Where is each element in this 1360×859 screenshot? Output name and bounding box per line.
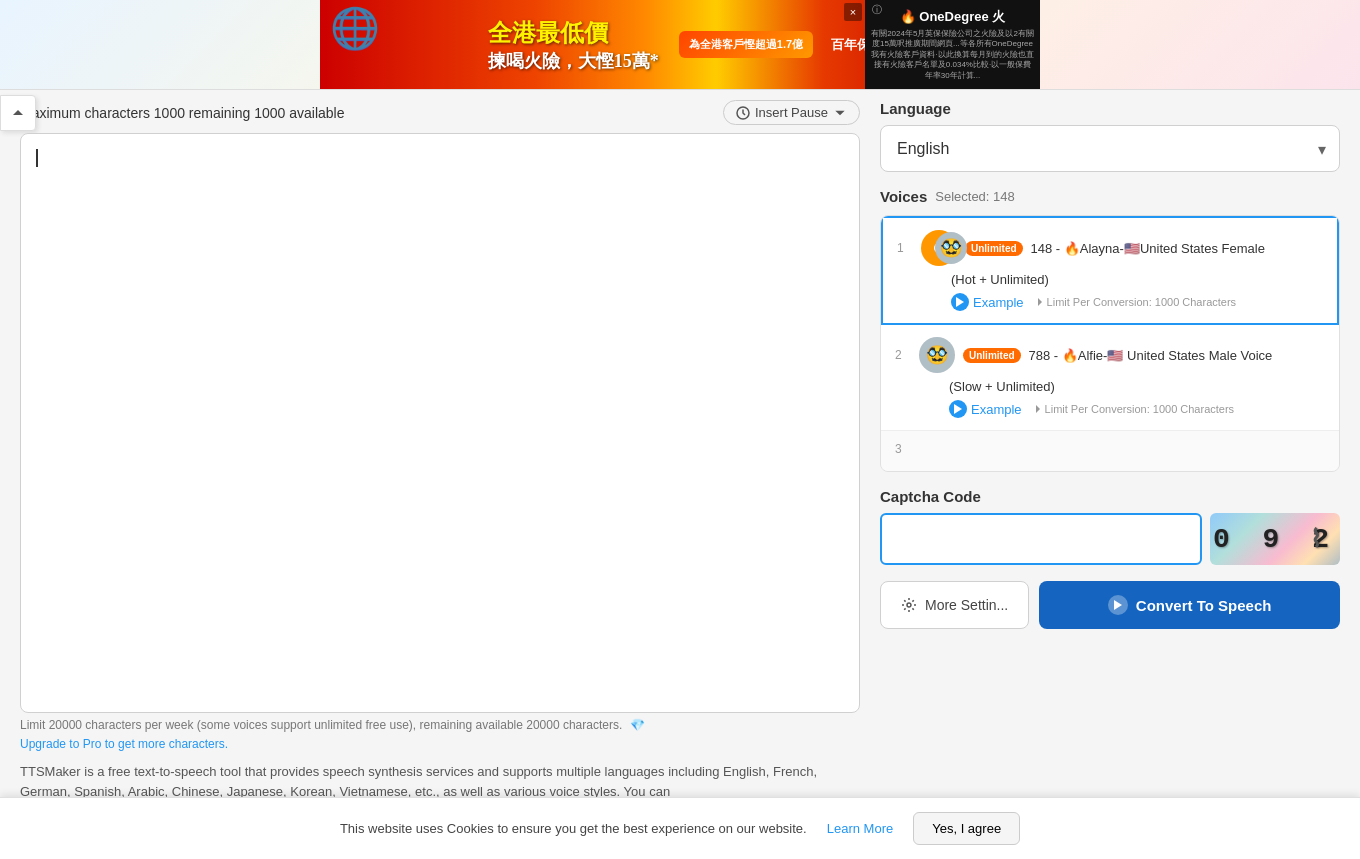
clock-icon xyxy=(736,106,750,120)
voices-title: Voices xyxy=(880,188,927,205)
voice-2-header: 2 🥸 Unlimited 788 - 🔥Alfie-🇺🇸 United Sta… xyxy=(895,337,1325,373)
captcha-wrapper: 0 9 2 ⌇ xyxy=(880,513,1340,565)
convert-to-speech-button[interactable]: Convert To Speech xyxy=(1039,581,1340,629)
ad-badge: 為全港客戶慳超過1.7億 xyxy=(679,31,813,58)
ad-banner: 🌐 全港最低價 揀喝火險，大慳15萬* 為全港客戶慳超過1.7億 百年保費0.0… xyxy=(0,0,1360,90)
voice-2-example-button[interactable]: Example xyxy=(949,400,1022,418)
voice-3-num: 3 xyxy=(895,442,902,456)
text-input-wrapper xyxy=(20,133,860,713)
voice-2-actions: Example Limit Per Conversion: 1000 Chara… xyxy=(895,400,1325,418)
arrows-icon xyxy=(1032,296,1044,308)
svg-point-1 xyxy=(907,603,911,607)
insert-pause-button[interactable]: Insert Pause xyxy=(723,100,860,125)
voice-1-play-icon xyxy=(951,293,969,311)
language-select[interactable]: English Chinese Japanese Korean Spanish … xyxy=(880,125,1340,172)
voice-1-actions: Example Limit Per Conversion: 1000 Chara… xyxy=(897,293,1323,311)
captcha-input[interactable] xyxy=(880,513,1202,565)
chevron-up-icon xyxy=(10,105,26,121)
diamond-icon: 💎 xyxy=(630,718,645,732)
voice-list: 1 🥸 Unlimited 148 - 🔥Alayna-🇺🇸United Sta… xyxy=(880,215,1340,472)
char-limit-bar: Maximum characters 1000 remaining 1000 a… xyxy=(20,100,860,125)
ad-brand-logo: 🔥 OneDegree 火 有關2024年5月英保保險公司之火險及以2有關度15… xyxy=(865,0,1040,90)
scroll-up-button[interactable] xyxy=(0,95,36,131)
voice-item-2[interactable]: 2 🥸 Unlimited 788 - 🔥Alfie-🇺🇸 United Sta… xyxy=(881,325,1339,431)
more-settings-button[interactable]: More Settin... xyxy=(880,581,1029,629)
voice-2-name: 788 - 🔥Alfie-🇺🇸 United States Male Voice xyxy=(1029,348,1325,363)
voice-1-badge: Unlimited xyxy=(965,241,1023,256)
voices-header: Voices Selected: 148 xyxy=(880,188,1340,205)
voice-1-num: 1 xyxy=(897,241,913,255)
left-panel: Maximum characters 1000 remaining 1000 a… xyxy=(20,100,860,801)
voice-1-example-button[interactable]: Example xyxy=(951,293,1024,311)
bottom-buttons: More Settin... Convert To Speech xyxy=(880,581,1340,629)
voice-2-limit: Limit Per Conversion: 1000 Characters xyxy=(1030,403,1235,415)
text-input[interactable] xyxy=(21,134,859,712)
upgrade-link[interactable]: Upgrade to Pro to get more characters. xyxy=(20,737,228,751)
chevron-down-icon xyxy=(833,106,847,120)
settings-icon xyxy=(901,597,917,613)
voice-2-badge: Unlimited xyxy=(963,348,1021,363)
voice-item-1[interactable]: 1 🥸 Unlimited 148 - 🔥Alayna-🇺🇸United Sta… xyxy=(881,216,1339,325)
voices-selected-badge: Selected: 148 xyxy=(935,189,1015,204)
right-panel: Language English Chinese Japanese Korean… xyxy=(880,100,1340,801)
voice-2-tags: (Slow + Unlimited) xyxy=(895,379,1325,394)
voice-1-header: 1 🥸 Unlimited 148 - 🔥Alayna-🇺🇸United Sta… xyxy=(897,230,1323,266)
ad-sub-text: 揀喝火險，大慳15萬* xyxy=(488,49,659,73)
ad-banner-inner[interactable]: 🌐 全港最低價 揀喝火險，大慳15萬* 為全港客戶慳超過1.7億 百年保費0.0… xyxy=(320,0,1040,90)
cookie-banner: This website uses Cookies to ensure you … xyxy=(0,797,1360,811)
arrows-icon-2 xyxy=(1030,403,1042,415)
char-info: Limit 20000 characters per week (some vo… xyxy=(20,718,860,732)
voice-item-3[interactable]: 3 xyxy=(881,431,1339,471)
char-limit-text: Maximum characters 1000 remaining 1000 a… xyxy=(20,105,345,121)
voice-2-play-icon xyxy=(949,400,967,418)
captcha-image: 0 9 2 ⌇ xyxy=(1210,513,1340,565)
voice-2-num: 2 xyxy=(895,348,911,362)
text-cursor xyxy=(36,149,38,167)
voice-1-limit: Limit Per Conversion: 1000 Characters xyxy=(1032,296,1237,308)
voice-1-name: 148 - 🔥Alayna-🇺🇸United States Female xyxy=(1031,241,1323,256)
ad-close-button[interactable]: × xyxy=(844,3,862,21)
voice-1-avatar: 🥸 xyxy=(935,232,967,264)
main-container: Maximum characters 1000 remaining 1000 a… xyxy=(0,90,1360,811)
bottom-description: TTSMaker is a free text-to-speech tool t… xyxy=(20,762,860,801)
language-select-wrapper: English Chinese Japanese Korean Spanish … xyxy=(880,125,1340,172)
voice-1-tags: (Hot + Unlimited) xyxy=(897,272,1323,287)
ad-main-text: 全港最低價 xyxy=(488,17,659,49)
convert-play-icon xyxy=(1108,595,1128,615)
language-label: Language xyxy=(880,100,1340,117)
voice-1-avatar-wrapper: 🥸 xyxy=(921,230,957,266)
ad-globe-icon: 🌐 xyxy=(330,5,380,52)
voice-2-avatar: 🥸 xyxy=(919,337,955,373)
captcha-label: Captcha Code xyxy=(880,488,1340,505)
